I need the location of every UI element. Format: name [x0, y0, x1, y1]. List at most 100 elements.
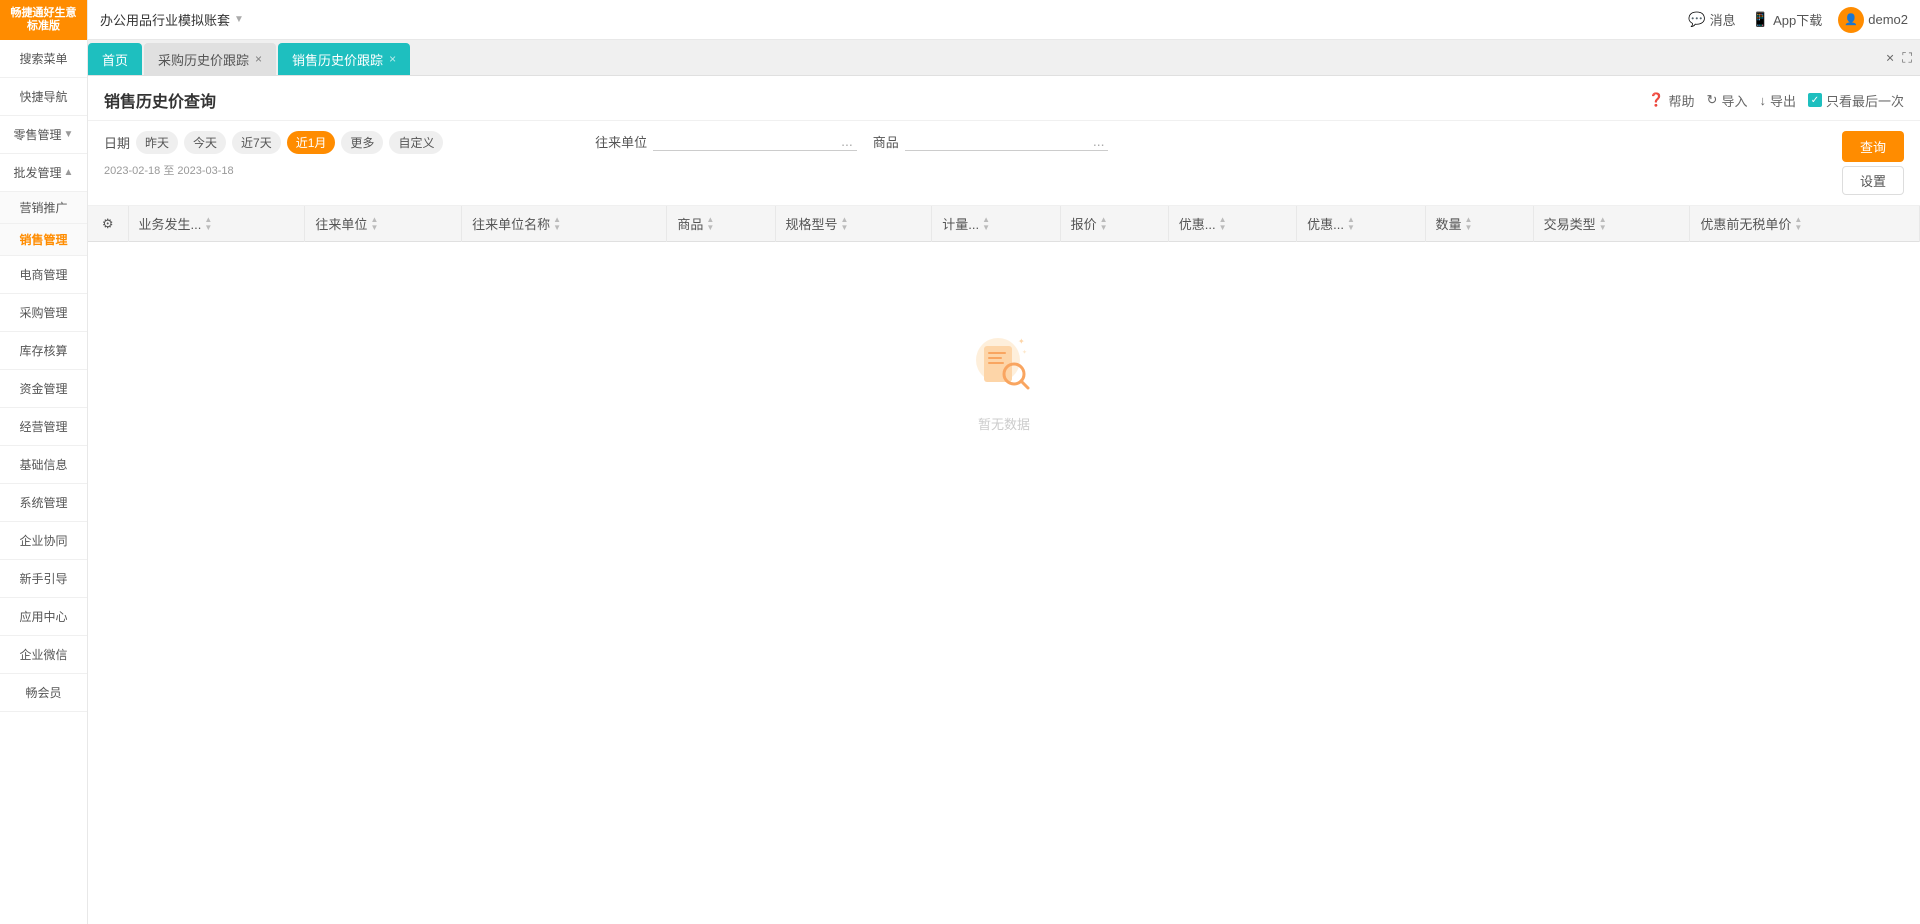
tab-purchase-close[interactable]: × [255, 52, 262, 66]
sidebar-item-marketing[interactable]: 营销推广 [0, 192, 87, 224]
sidebar-item-basic[interactable]: 基础信息 [0, 446, 87, 484]
avatar-icon: 👤 [1844, 13, 1858, 26]
account-selector[interactable]: 办公用品行业模拟账套 ▼ [100, 10, 244, 29]
help-label: 帮助 [1669, 91, 1695, 110]
tab-sales-history[interactable]: 销售历史价跟踪 × [278, 43, 410, 75]
sidebar-item-label: 应用中心 [19, 608, 67, 625]
query-button[interactable]: 查询 [1842, 131, 1904, 162]
sidebar-item-label: 畅会员 [25, 684, 61, 701]
sidebar-item-label: 电商管理 [19, 266, 67, 283]
tab-home[interactable]: 首页 [88, 43, 142, 75]
sort-arrows-unit: ▲▼ [982, 216, 990, 232]
sidebar-item-enterprise[interactable]: 企业协同 [0, 522, 87, 560]
sort-arrows-trade-type: ▲▼ [1599, 216, 1607, 232]
sidebar-item-label: 企业协同 [19, 532, 67, 549]
sidebar-item-finance[interactable]: 资金管理 [0, 370, 87, 408]
main-area: 办公用品行业模拟账套 ▼ 💬 消息 📱 App下载 👤 demo2 首页 [88, 0, 1920, 924]
app-download-label: App下载 [1773, 10, 1822, 29]
sidebar-item-label: 营销推广 [19, 199, 67, 216]
sidebar-item-inventory[interactable]: 库存核算 [0, 332, 87, 370]
table-header-row: ⚙ 业务发生... ▲▼ 往来单位 ▲▼ [88, 206, 1920, 242]
sidebar-item-system[interactable]: 系统管理 [0, 484, 87, 522]
dropdown-icon: ▼ [234, 14, 244, 25]
window-close-button[interactable]: × [1886, 50, 1894, 66]
date-range-display: 2023-02-18 至 2023-03-18 [104, 165, 234, 177]
top-bar-right: 💬 消息 📱 App下载 👤 demo2 [1688, 7, 1908, 33]
th-unit[interactable]: 计量... ▲▼ [932, 206, 1060, 242]
sidebar-item-sales[interactable]: 销售管理 [0, 224, 87, 256]
page-actions: ❓ 帮助 ↻ 导入 ↓ 导出 ✓ 只看最后一次 [1648, 91, 1904, 110]
user-name: demo2 [1868, 12, 1908, 27]
th-no-tax-price[interactable]: 优惠前无税单价 ▲▼ [1690, 206, 1920, 242]
settings-button[interactable]: 设置 [1842, 166, 1904, 195]
vendor-dots[interactable]: ... [837, 133, 857, 149]
empty-text: 暂无数据 [978, 414, 1030, 433]
window-maximize-button[interactable]: ⛶ [1902, 49, 1912, 66]
th-discount1[interactable]: 优惠... ▲▼ [1168, 206, 1296, 242]
date-btn-yesterday[interactable]: 昨天 [136, 131, 178, 154]
th-unit-name[interactable]: 往来单位名称 ▲▼ [462, 206, 667, 242]
sidebar-item-label: 库存核算 [19, 342, 67, 359]
svg-text:✦: ✦ [1022, 349, 1027, 356]
tab-purchase-history[interactable]: 采购历史价跟踪 × [144, 43, 276, 75]
sort-arrows-quantity: ▲▼ [1465, 216, 1473, 232]
tabs-controls: × ⛶ [1886, 49, 1912, 66]
data-table: ⚙ 业务发生... ▲▼ 往来单位 ▲▼ [88, 206, 1920, 242]
th-spec[interactable]: 规格型号 ▲▼ [775, 206, 932, 242]
date-btn-today[interactable]: 今天 [184, 131, 226, 154]
chevron-down-icon: ▼ [64, 129, 74, 140]
date-btn-more[interactable]: 更多 [341, 131, 383, 154]
message-button[interactable]: 💬 消息 [1688, 10, 1735, 29]
product-filter-group: 商品 ... [873, 131, 1109, 151]
account-title: 办公用品行业模拟账套 [100, 10, 230, 29]
th-biz-date[interactable]: 业务发生... ▲▼ [128, 206, 305, 242]
product-input[interactable] [905, 131, 1089, 150]
export-button[interactable]: ↓ 导出 [1759, 91, 1796, 110]
sidebar-item-shortcut[interactable]: 快捷导航 [0, 78, 87, 116]
tab-sales-close[interactable]: × [389, 52, 396, 66]
sidebar-item-wechat[interactable]: 企业微信 [0, 636, 87, 674]
sort-arrows-no-tax-price: ▲▼ [1794, 216, 1802, 232]
empty-state: ✦ ✦ 暂无数据 [88, 242, 1920, 513]
th-price[interactable]: 报价 ▲▼ [1060, 206, 1168, 242]
import-button[interactable]: ↻ 导入 [1707, 91, 1748, 110]
vendor-input[interactable] [653, 131, 837, 150]
th-settings[interactable]: ⚙ [88, 206, 128, 242]
product-dots[interactable]: ... [1089, 133, 1109, 149]
help-icon: ❓ [1648, 92, 1664, 108]
vendor-input-wrap: ... [653, 131, 857, 151]
sidebar-item-member[interactable]: 畅会员 [0, 674, 87, 712]
avatar: 👤 [1838, 7, 1864, 33]
sidebar-item-ecommerce[interactable]: 电商管理 [0, 256, 87, 294]
sidebar-item-wholesale[interactable]: 批发管理 ▲ [0, 154, 87, 192]
th-discount2[interactable]: 优惠... ▲▼ [1297, 206, 1425, 242]
last-once-checkbox[interactable]: ✓ [1808, 93, 1822, 107]
user-profile[interactable]: 👤 demo2 [1838, 7, 1908, 33]
th-quantity[interactable]: 数量 ▲▼ [1425, 206, 1533, 242]
date-btn-1month[interactable]: 近1月 [287, 131, 336, 154]
sidebar-item-retail[interactable]: 零售管理 ▼ [0, 116, 87, 154]
date-btn-7days[interactable]: 近7天 [232, 131, 281, 154]
sort-arrows-price: ▲▼ [1100, 216, 1108, 232]
date-filter-group: 日期 昨天 今天 近7天 近1月 更多 自定义 2023-02-18 至 202… [104, 131, 579, 178]
sidebar-item-label: 搜索菜单 [19, 50, 67, 67]
date-btn-custom[interactable]: 自定义 [389, 131, 443, 154]
top-bar: 办公用品行业模拟账套 ▼ 💬 消息 📱 App下载 👤 demo2 [88, 0, 1920, 40]
sidebar-item-label: 销售管理 [19, 231, 67, 248]
sidebar-item-operation[interactable]: 经营管理 [0, 408, 87, 446]
sidebar-item-purchase[interactable]: 采购管理 [0, 294, 87, 332]
th-trade-type[interactable]: 交易类型 ▲▼ [1533, 206, 1690, 242]
import-label: 导入 [1721, 91, 1747, 110]
app-download-button[interactable]: 📱 App下载 [1752, 10, 1823, 29]
message-label: 消息 [1710, 10, 1736, 29]
th-unit-code[interactable]: 往来单位 ▲▼ [305, 206, 462, 242]
th-product[interactable]: 商品 ▲▼ [667, 206, 775, 242]
message-icon: 💬 [1688, 11, 1705, 28]
wholesale-subgroup: 营销推广 销售管理 [0, 192, 87, 256]
sidebar-item-search[interactable]: 搜索菜单 [0, 40, 87, 78]
last-once-checkbox-wrap[interactable]: ✓ 只看最后一次 [1808, 91, 1904, 110]
tab-home-label: 首页 [102, 50, 128, 69]
help-button[interactable]: ❓ 帮助 [1648, 91, 1694, 110]
sidebar-item-guide[interactable]: 新手引导 [0, 560, 87, 598]
sidebar-item-appstore[interactable]: 应用中心 [0, 598, 87, 636]
